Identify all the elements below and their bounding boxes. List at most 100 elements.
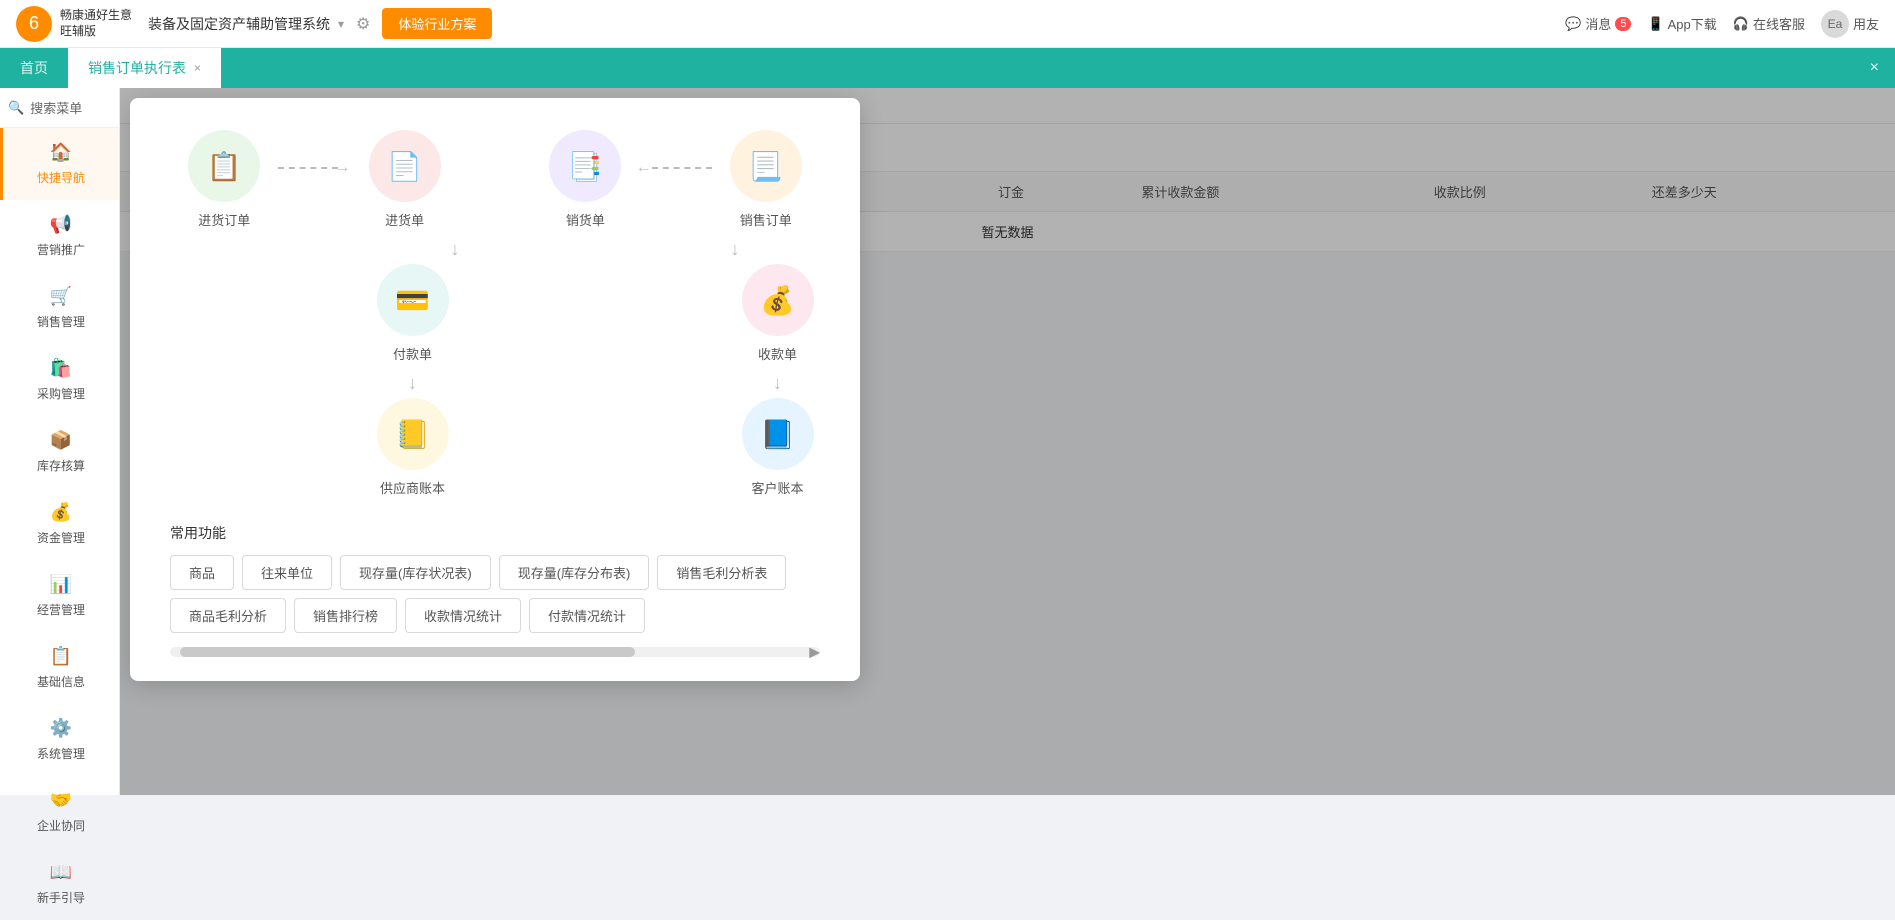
arrow-down-sales: ↓	[731, 239, 740, 260]
arrow-down-receipt: ↓	[773, 373, 782, 394]
modal-overlay[interactable]: 📋 进货订单 → 📄 进货单 📑	[120, 88, 1895, 795]
sidebar-item-purchase[interactable]: 🛍️ 采购管理	[0, 344, 119, 416]
logo-text: 畅康通好生意 旺辅版	[60, 8, 132, 39]
message-icon: 💬	[1565, 16, 1581, 32]
sidebar-item-label: 营销推广	[37, 241, 85, 258]
sidebar-item-operation[interactable]: 📊 经营管理	[0, 560, 119, 632]
modal-dialog: 📋 进货订单 → 📄 进货单 📑	[130, 98, 860, 681]
arrow-down-purchase: ↓	[451, 239, 460, 260]
purchase-order-icon: 📋	[188, 130, 260, 202]
sidebar-item-label: 库存核算	[37, 457, 85, 474]
supplier-ledger-icon: 📒	[377, 398, 449, 470]
sidebar-item-label: 系统管理	[37, 745, 85, 762]
sidebar-item-label: 快捷导航	[37, 169, 85, 186]
online-service-button[interactable]: 🎧 在线客服	[1733, 14, 1805, 33]
close-all-tabs-button[interactable]: ×	[1870, 59, 1879, 77]
tab-home[interactable]: 首页	[0, 48, 68, 88]
flow-node-supplier-ledger: 📒 供应商账本	[370, 398, 455, 497]
flow-row-1: 📋 进货订单 → 📄 进货单 📑	[170, 130, 820, 229]
scroll-right-arrow-icon[interactable]: ▶	[809, 644, 820, 661]
flow-node-purchase-receipt: 📄 进货单	[350, 130, 458, 229]
content-area: ❓ 帮助 🖨 按模板打印 ▾ ↑ 导出 🔄 刷新 📅	[120, 88, 1895, 795]
customer-ledger-label: 客户账本	[751, 478, 803, 497]
search-menu-button[interactable]: 🔍 搜索菜单	[0, 88, 119, 128]
sidebar: 🔍 搜索菜单 🏠 快捷导航 📢 营销推广 🛒 销售管理 🛍️ 采购管理 📦 库存…	[0, 88, 120, 795]
sales-icon: 🛒	[50, 286, 72, 307]
flow-node-sales-order: 📃 销售订单	[712, 130, 820, 229]
function-button[interactable]: 商品	[170, 555, 234, 590]
arrow-right-1: →	[278, 159, 350, 177]
marketing-icon: 📢	[50, 214, 72, 235]
purchase-order-label: 进货订单	[198, 210, 250, 229]
user-menu[interactable]: Ea 用友	[1821, 10, 1879, 38]
system-title: 装备及固定资产辅助管理系统 ▾	[148, 14, 344, 34]
search-icon: 🔍	[8, 100, 24, 116]
sales-invoice-label: 销货单	[566, 210, 605, 229]
flow-node-sales-invoice: 📑 销货单	[531, 130, 639, 229]
arrow-down-payment: ↓	[408, 373, 417, 394]
arrow-left-head-icon: ←	[636, 159, 652, 177]
arrow-head-icon: →	[334, 159, 350, 177]
avatar: Ea	[1821, 10, 1849, 38]
sales-invoice-icon: 📑	[549, 130, 621, 202]
purchase-icon: 🛍️	[50, 358, 72, 379]
customer-ledger-icon: 📘	[742, 398, 814, 470]
function-button[interactable]: 付款情况统计	[529, 598, 645, 633]
sales-order-icon: 📃	[730, 130, 802, 202]
sidebar-item-quick-nav[interactable]: 🏠 快捷导航	[0, 128, 119, 200]
sidebar-item-sales[interactable]: 🛒 销售管理	[0, 272, 119, 344]
basic-icon: 📋	[50, 646, 72, 667]
logo-area: 6 畅康通好生意 旺辅版	[16, 6, 136, 42]
common-functions-title: 常用功能	[170, 523, 820, 543]
app-download-button[interactable]: 📱 App下载	[1647, 14, 1716, 33]
trial-button[interactable]: 体验行业方案	[382, 8, 492, 39]
modal-scrollbar[interactable]: ▶	[170, 647, 820, 657]
purchase-receipt-icon: 📄	[369, 130, 441, 202]
sidebar-item-label: 经营管理	[37, 601, 85, 618]
function-button[interactable]: 往来单位	[242, 555, 332, 590]
function-button[interactable]: 现存量(库存状况表)	[340, 555, 491, 590]
sidebar-item-basic[interactable]: 📋 基础信息	[0, 632, 119, 704]
sidebar-item-inventory[interactable]: 📦 库存核算	[0, 416, 119, 488]
supplier-ledger-label: 供应商账本	[380, 478, 445, 497]
flow-row-3: 📒 供应商账本 📘 客户账本	[170, 398, 820, 497]
flow-node-payment: 💳 付款单	[370, 264, 455, 363]
function-button[interactable]: 收款情况统计	[405, 598, 521, 633]
receipt-icon: 💰	[742, 264, 814, 336]
sidebar-item-system[interactable]: ⚙️ 系统管理	[0, 704, 119, 776]
function-button[interactable]: 现存量(库存分布表)	[499, 555, 650, 590]
main-layout: 🔍 搜索菜单 🏠 快捷导航 📢 营销推广 🛒 销售管理 🛍️ 采购管理 📦 库存…	[0, 88, 1895, 795]
sidebar-item-marketing[interactable]: 📢 营销推广	[0, 200, 119, 272]
flow-row-2: 💳 付款单 💰 收款单	[170, 264, 820, 363]
settings-icon[interactable]: ⚙	[356, 14, 370, 34]
system-icon: ⚙️	[50, 718, 72, 739]
function-button[interactable]: 销售毛利分析表	[657, 555, 786, 590]
function-button[interactable]: 商品毛利分析	[170, 598, 286, 633]
flow-node-purchase-order: 📋 进货订单	[170, 130, 278, 229]
sidebar-item-label: 基础信息	[37, 673, 85, 690]
common-functions: 常用功能 商品往来单位现存量(库存状况表)现存量(库存分布表)销售毛利分析表商品…	[170, 523, 820, 633]
arrow-left-1: ←	[640, 159, 712, 177]
function-button[interactable]: 销售排行榜	[294, 598, 397, 633]
message-button[interactable]: 💬 消息 5	[1565, 14, 1631, 33]
tab-sales-order[interactable]: 销售订单执行表 ×	[68, 48, 221, 88]
receipt-label: 收款单	[758, 344, 797, 363]
payment-label: 付款单	[393, 344, 432, 363]
scrollbar-thumb[interactable]	[180, 647, 635, 657]
sidebar-item-label: 新手引导	[37, 889, 85, 906]
operation-icon: 📊	[50, 574, 72, 595]
sidebar-item-enterprise[interactable]: 🤝 企业协同	[0, 776, 119, 848]
top-bar: 6 畅康通好生意 旺辅版 装备及固定资产辅助管理系统 ▾ ⚙ 体验行业方案 💬 …	[0, 0, 1895, 48]
sidebar-item-label: 资金管理	[37, 529, 85, 546]
payment-icon: 💳	[377, 264, 449, 336]
flow-diagram: 📋 进货订单 → 📄 进货单 📑	[170, 130, 820, 505]
nav-tabs: 首页 销售订单执行表 × ×	[0, 48, 1895, 88]
flow-node-receipt: 💰 收款单	[735, 264, 820, 363]
tab-close-icon[interactable]: ×	[194, 61, 201, 75]
sales-order-label: 销售订单	[740, 210, 792, 229]
purchase-receipt-label: 进货单	[385, 210, 424, 229]
download-icon: 📱	[1647, 16, 1663, 32]
chevron-down-icon[interactable]: ▾	[338, 17, 344, 31]
sidebar-item-finance[interactable]: 💰 资金管理	[0, 488, 119, 560]
sidebar-item-guide[interactable]: 📖 新手引导	[0, 848, 119, 920]
